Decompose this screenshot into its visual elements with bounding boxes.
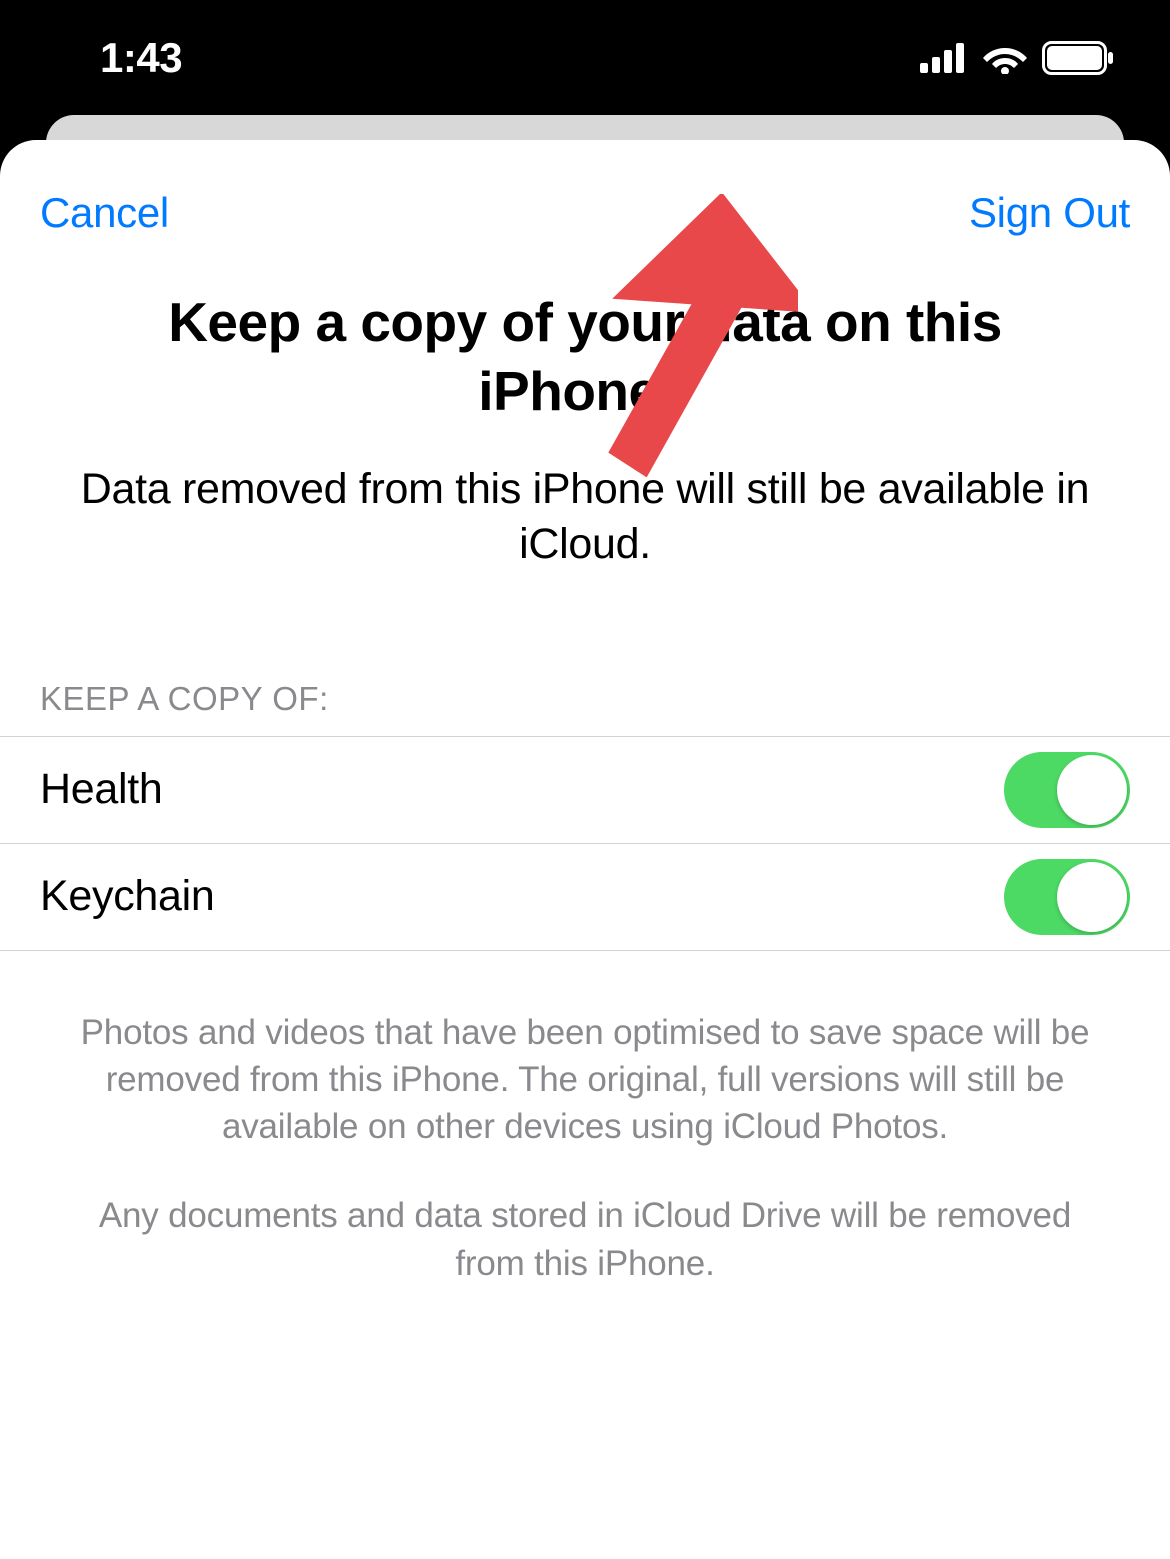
page-title: Keep a copy of your data on this iPhone? (0, 288, 1170, 426)
status-time: 1:43 (100, 34, 182, 82)
battery-icon (1042, 41, 1114, 75)
cancel-button[interactable]: Cancel (40, 189, 169, 237)
toggle-list: Health Keychain (0, 736, 1170, 951)
toggle-health[interactable] (1004, 752, 1130, 828)
toggle-label-health: Health (40, 765, 163, 814)
page-subtitle: Data removed from this iPhone will still… (0, 462, 1170, 572)
section-header: KEEP A COPY OF: (0, 680, 1170, 718)
list-item: Keychain (0, 844, 1170, 951)
status-bar: 1:43 (0, 0, 1170, 115)
modal-sheet: Cancel Sign Out Keep a copy of your data… (0, 140, 1170, 1559)
cellular-signal-icon (920, 43, 968, 73)
footer-note-drive: Any documents and data stored in iCloud … (0, 1192, 1170, 1287)
toggle-keychain[interactable] (1004, 859, 1130, 935)
wifi-icon (982, 42, 1028, 74)
footer-note-photos: Photos and videos that have been optimis… (0, 1009, 1170, 1151)
sheet-header: Cancel Sign Out (0, 140, 1170, 248)
toggle-label-keychain: Keychain (40, 872, 215, 921)
sign-out-button[interactable]: Sign Out (969, 189, 1130, 237)
list-item: Health (0, 737, 1170, 844)
status-indicators (920, 41, 1114, 75)
